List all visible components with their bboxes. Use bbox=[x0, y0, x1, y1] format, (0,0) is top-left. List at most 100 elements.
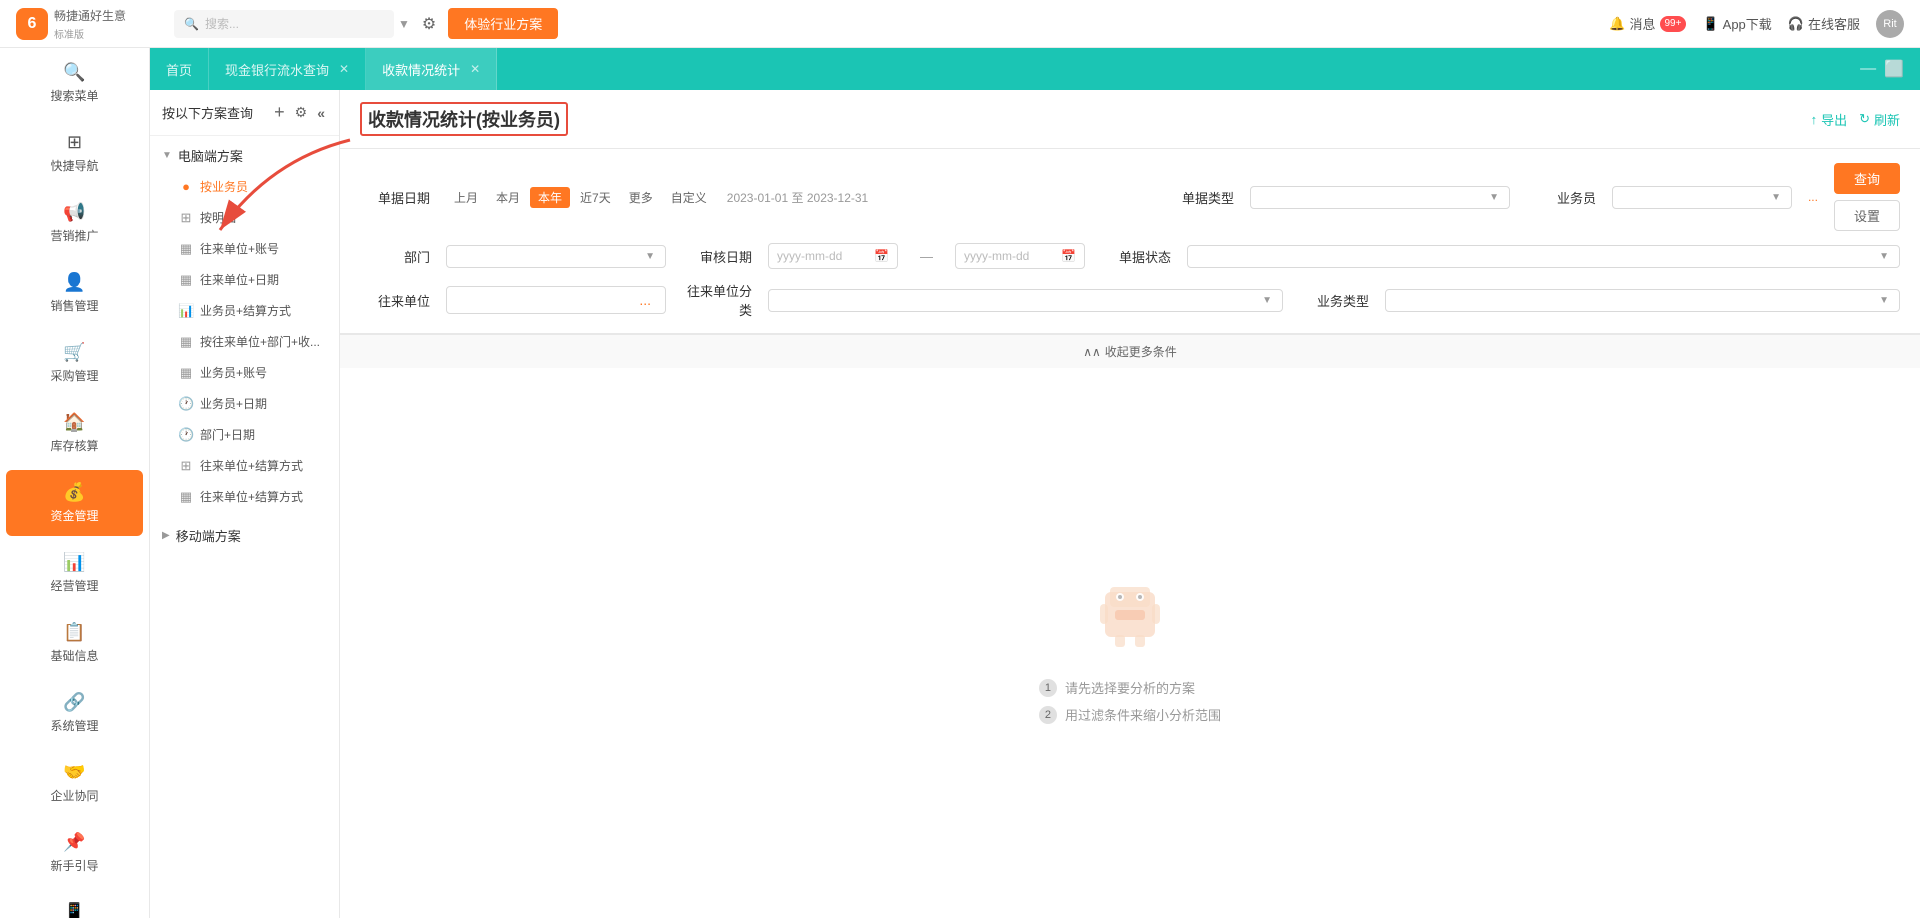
scheme-item-by-details[interactable]: ⊞ 按明细 bbox=[150, 202, 339, 233]
date-range-display: 2023-01-01 至 2023-12-31 bbox=[727, 189, 868, 206]
scheme-item-label-partner-date: 往来单位+日期 bbox=[200, 271, 279, 288]
sidebar-item-sales[interactable]: 👤 销售管理 bbox=[6, 260, 143, 326]
enterprise-icon: 🤝 bbox=[63, 762, 85, 783]
user-avatar[interactable]: Rit bbox=[1876, 10, 1904, 38]
sidebar-item-label-purchase: 采购管理 bbox=[50, 367, 98, 384]
biz-type-select[interactable]: ▼ bbox=[1385, 289, 1900, 312]
collection-stat-tab-close[interactable]: ✕ bbox=[470, 62, 480, 76]
tab-bar: 首页 现金银行流水查询 ✕ 收款情况统计 ✕ — ⬜ bbox=[150, 48, 1920, 90]
sales-icon: 👤 bbox=[63, 272, 85, 293]
doc-status-select[interactable]: ▼ bbox=[1187, 245, 1900, 268]
doc-type-select[interactable]: ▼ bbox=[1250, 186, 1510, 209]
audit-date-from-placeholder: yyyy-mm-dd bbox=[777, 249, 842, 263]
date-filter-control: 上月 本月 本年 近7天 更多 自定义 2023-01-01 至 2023-12 bbox=[446, 187, 1148, 208]
sidebar-item-finance[interactable]: 💰 资金管理 bbox=[6, 470, 143, 536]
audit-date-from[interactable]: yyyy-mm-dd 📅 bbox=[768, 243, 898, 269]
sidebar-item-label-inventory: 库存核算 bbox=[50, 437, 98, 454]
salesperson-more-btn[interactable]: ... bbox=[1808, 190, 1818, 204]
scheme-item-dept-date[interactable]: 🕐 部门+日期 bbox=[150, 419, 339, 450]
empty-illustration bbox=[1080, 562, 1180, 662]
scheme-item-label-partner-dept: 按往来单位+部门+收... bbox=[200, 333, 320, 350]
collection-stat-tab-label: 收款情况统计 bbox=[382, 60, 460, 79]
dept-chevron-icon: ▼ bbox=[645, 251, 655, 262]
settings-scheme-btn[interactable]: ⚙ bbox=[293, 102, 310, 123]
date-tab-custom[interactable]: 自定义 bbox=[663, 187, 715, 208]
sidebar-item-inventory[interactable]: 🏠 库存核算 bbox=[6, 400, 143, 466]
filter-row-2: 部门 ▼ 审核日期 yyyy-mm-dd 📅 — yyyy-mm-dd bbox=[360, 243, 1900, 269]
date-tab-curr-month[interactable]: 本月 bbox=[488, 187, 528, 208]
sidebar-item-marketing[interactable]: 📢 营销推广 bbox=[6, 190, 143, 256]
refresh-button[interactable]: ↻ 刷新 bbox=[1859, 110, 1900, 129]
audit-date-to-placeholder: yyyy-mm-dd bbox=[964, 249, 1029, 263]
scheme-item-salesperson-date[interactable]: 🕐 业务员+日期 bbox=[150, 388, 339, 419]
tab-home[interactable]: 首页 bbox=[150, 48, 209, 90]
mobile-group-label: 移动端方案 bbox=[176, 526, 241, 545]
partner-more-btn[interactable]: ... bbox=[639, 292, 651, 308]
date-tab-prev-month[interactable]: 上月 bbox=[446, 187, 486, 208]
sidebar-item-quick-nav[interactable]: ⊞ 快捷导航 bbox=[6, 120, 143, 186]
add-scheme-btn[interactable]: + bbox=[272, 100, 287, 125]
dept-select[interactable]: ▼ bbox=[446, 245, 666, 268]
sidebar-item-label-system: 系统管理 bbox=[50, 717, 98, 734]
scheme-item-by-salesperson[interactable]: ● 按业务员 bbox=[150, 171, 339, 202]
scheme-item-partner-account[interactable]: ▦ 往来单位+账号 bbox=[150, 233, 339, 264]
tab-collection-stat[interactable]: 收款情况统计 ✕ bbox=[366, 48, 497, 90]
filter-area: 单据日期 上月 本月 本年 近7天 更多 自定义 2023- bbox=[340, 149, 1920, 334]
scheme-item-by-partner-dept[interactable]: ▦ 按往来单位+部门+收... bbox=[150, 326, 339, 357]
partner-type-select[interactable]: ▼ bbox=[768, 289, 1283, 312]
tab-minimize-icon[interactable]: — bbox=[1860, 60, 1876, 78]
set-button[interactable]: 设置 bbox=[1834, 200, 1900, 231]
gear-icon[interactable]: ⚙ bbox=[422, 14, 436, 34]
sidebar-item-purchase[interactable]: 🛒 采购管理 bbox=[6, 330, 143, 396]
sidebar-item-system[interactable]: 🔗 系统管理 bbox=[6, 680, 143, 746]
export-label: 导出 bbox=[1821, 110, 1847, 129]
header-chevron-icon[interactable]: ▼ bbox=[398, 17, 410, 31]
hint-text-2: 用过滤条件来缩小分析范围 bbox=[1065, 705, 1221, 724]
sidebar-item-basic-info[interactable]: 📋 基础信息 bbox=[6, 610, 143, 676]
salesperson-select[interactable]: ▼ bbox=[1612, 186, 1792, 209]
logo-area: 6 畅捷通好生意 标准版 bbox=[16, 7, 166, 41]
partner-select[interactable]: ... bbox=[446, 286, 666, 314]
date-tab-curr-year[interactable]: 本年 bbox=[530, 187, 570, 208]
collapse-bar[interactable]: ∧∧ 收起更多条件 bbox=[340, 334, 1920, 368]
messages-button[interactable]: 🔔 消息 99+ bbox=[1609, 14, 1686, 33]
sidebar-item-label-basicinfo: 基础信息 bbox=[50, 647, 98, 664]
calendar2-icon: 📅 bbox=[1061, 249, 1076, 263]
scheme-item-partner-settlement1[interactable]: ⊞ 往来单位+结算方式 bbox=[150, 450, 339, 481]
scheme-item-label-sp-account: 业务员+账号 bbox=[200, 364, 267, 381]
collapse-panel-btn[interactable]: « bbox=[315, 103, 327, 123]
bank-flow-tab-close[interactable]: ✕ bbox=[339, 62, 349, 76]
date-tab-last7days[interactable]: 近7天 bbox=[572, 187, 619, 208]
scheme-item-partner-settlement2[interactable]: ▦ 往来单位+结算方式 bbox=[150, 481, 339, 512]
trial-button[interactable]: 体验行业方案 bbox=[448, 8, 558, 39]
scheme-item-partner-date[interactable]: ▦ 往来单位+日期 bbox=[150, 264, 339, 295]
online-service-button[interactable]: 🎧 在线客服 bbox=[1788, 14, 1860, 33]
empty-hint-2: 2 用过滤条件来缩小分析范围 bbox=[1039, 705, 1221, 724]
scheme-group-desktop-header[interactable]: ▼ 电脑端方案 bbox=[150, 140, 339, 171]
sidebar-item-guide[interactable]: 📌 新手引导 bbox=[6, 820, 143, 886]
audit-date-to[interactable]: yyyy-mm-dd 📅 bbox=[955, 243, 1085, 269]
main-wrapper: 🔍 搜索菜单 ⊞ 快捷导航 📢 营销推广 👤 销售管理 🛒 采购管理 🏠 库存核… bbox=[0, 48, 1920, 918]
date-tab-more[interactable]: 更多 bbox=[621, 187, 661, 208]
title-actions: ↑ 导出 ↻ 刷新 bbox=[1811, 110, 1900, 129]
logo-icon: 6 bbox=[16, 8, 48, 40]
sidebar-item-search-menu[interactable]: 🔍 搜索菜单 bbox=[6, 50, 143, 116]
empty-hint-1: 1 请先选择要分析的方案 bbox=[1039, 678, 1221, 697]
audit-date-label: 审核日期 bbox=[682, 247, 752, 266]
sidebar-item-operation[interactable]: 📊 经营管理 bbox=[6, 540, 143, 606]
scheme-group-mobile-header[interactable]: ▶ 移动端方案 bbox=[150, 520, 339, 551]
tab-bank-flow[interactable]: 现金银行流水查询 ✕ bbox=[209, 48, 366, 90]
header-search[interactable]: 🔍 搜索... bbox=[174, 10, 394, 38]
sidebar-item-label-search: 搜索菜单 bbox=[50, 87, 98, 104]
scheme-item-label-ps2: 往来单位+结算方式 bbox=[200, 488, 303, 505]
tab-maximize-icon[interactable]: ⬜ bbox=[1884, 59, 1904, 79]
search-placeholder: 搜索... bbox=[205, 15, 239, 32]
app-download-button[interactable]: 📱 App下载 bbox=[1702, 14, 1771, 33]
scheme-item-salesperson-settlement[interactable]: 📊 业务员+结算方式 bbox=[150, 295, 339, 326]
export-button[interactable]: ↑ 导出 bbox=[1811, 110, 1848, 129]
sidebar-item-enterprise[interactable]: 🤝 企业协同 bbox=[6, 750, 143, 816]
operation-icon: 📊 bbox=[63, 552, 85, 573]
query-button[interactable]: 查询 bbox=[1834, 163, 1900, 194]
scheme-item-salesperson-account[interactable]: ▦ 业务员+账号 bbox=[150, 357, 339, 388]
sidebar-item-smart-hw[interactable]: 📱 智能硬件 bbox=[6, 890, 143, 918]
